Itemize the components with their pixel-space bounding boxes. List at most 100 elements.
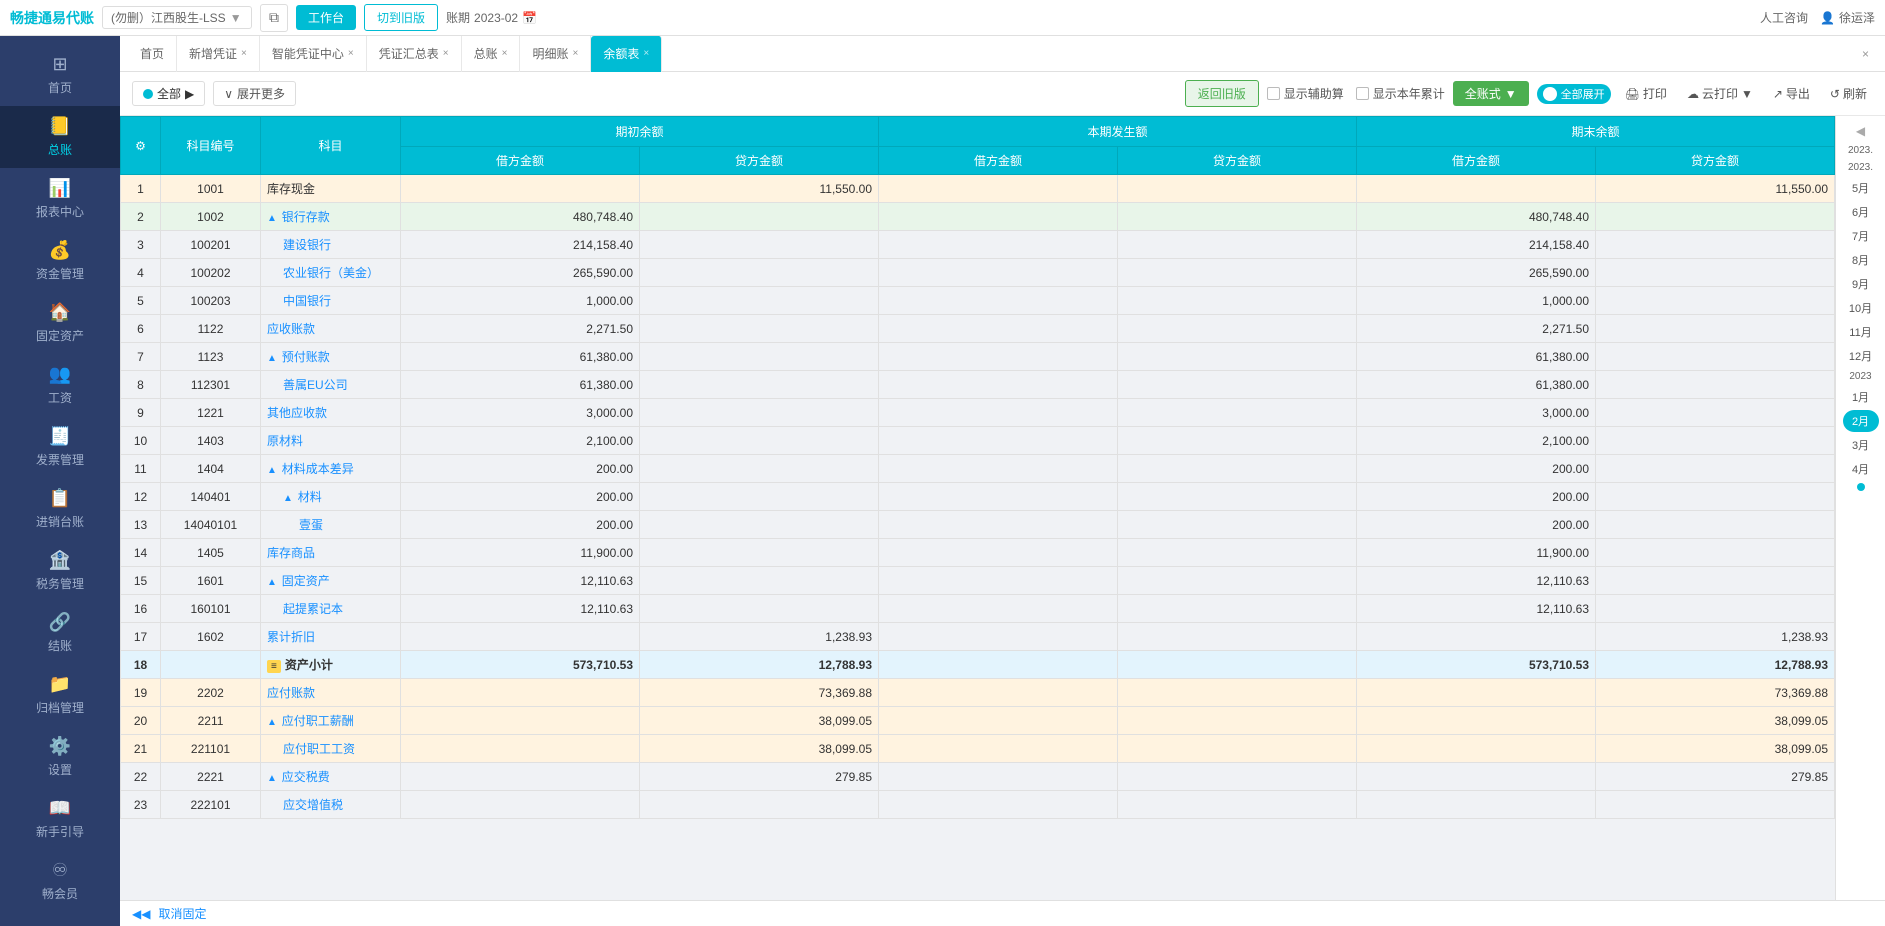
month-apr[interactable]: 4月 <box>1843 458 1879 480</box>
account-link[interactable]: 银行存款 <box>282 210 330 224</box>
tab-close-main[interactable]: × <box>1854 47 1877 61</box>
month-jan[interactable]: 1月 <box>1843 386 1879 408</box>
row-name[interactable]: 应交增值税 <box>261 791 401 819</box>
sidebar-item-close[interactable]: 🔗 结账 <box>0 602 120 664</box>
row-name[interactable]: 中国银行 <box>261 287 401 315</box>
tab-smart-voucher[interactable]: 智能凭证中心 × <box>260 36 367 72</box>
tab-voucher-summary-close[interactable]: × <box>443 48 449 59</box>
account-link[interactable]: 应收账款 <box>267 322 315 336</box>
sidebar-item-settings[interactable]: ⚙️ 设置 <box>0 726 120 788</box>
row-name[interactable]: 起提累记本 <box>261 595 401 623</box>
sidebar-item-home[interactable]: ⊞ 首页 <box>0 44 120 106</box>
row-name[interactable]: ▲ 固定资产 <box>261 567 401 595</box>
row-name[interactable]: ▲ 应交税费 <box>261 763 401 791</box>
company-copy-icon[interactable]: ⧉ <box>260 4 288 32</box>
row-name[interactable]: 壹蛋 <box>261 511 401 539</box>
account-link[interactable]: 原材料 <box>267 434 303 448</box>
bottom-label[interactable]: 取消固定 <box>158 905 206 922</box>
account-link[interactable]: 其他应收款 <box>267 406 327 420</box>
filter-button[interactable]: 全部 ▶ <box>132 81 205 106</box>
row-name[interactable]: ▲ 应付职工薪酬 <box>261 707 401 735</box>
row-name[interactable]: 应付账款 <box>261 679 401 707</box>
tab-general-ledger-close[interactable]: × <box>502 48 508 59</box>
tab-detail-ledger-close[interactable]: × <box>572 48 578 59</box>
tab-home[interactable]: 首页 <box>128 36 177 72</box>
expand-icon[interactable]: ▲ <box>267 213 280 224</box>
row-name[interactable]: 其他应收款 <box>261 399 401 427</box>
sidebar-item-invoice[interactable]: 🧾 发票管理 <box>0 416 120 478</box>
row-name[interactable]: ▲ 材料 <box>261 483 401 511</box>
account-link[interactable]: 农业银行（美金） <box>283 266 379 280</box>
month-oct[interactable]: 10月 <box>1843 297 1879 319</box>
month-nov[interactable]: 11月 <box>1843 321 1879 343</box>
month-aug[interactable]: 8月 <box>1843 249 1879 271</box>
sidebar-item-member[interactable]: ♾ 畅会员 <box>0 850 120 912</box>
month-jul[interactable]: 7月 <box>1843 225 1879 247</box>
tab-smart-voucher-close[interactable]: × <box>348 48 354 59</box>
account-link[interactable]: 预付账款 <box>282 350 330 364</box>
row-name[interactable]: ▲ 银行存款 <box>261 203 401 231</box>
account-link[interactable]: 善属EU公司 <box>283 378 348 392</box>
account-link[interactable]: 累计折旧 <box>267 630 315 644</box>
expand-icon[interactable]: ▲ <box>283 493 296 504</box>
account-link[interactable]: 应付账款 <box>267 686 315 700</box>
return-old-button[interactable]: 返回旧版 <box>1185 80 1259 107</box>
account-link[interactable]: 材料成本差异 <box>282 462 354 476</box>
account-link[interactable]: 起提累记本 <box>283 602 343 616</box>
account-link[interactable]: 材料 <box>298 490 322 504</box>
show-ytd-checkbox-box[interactable] <box>1356 87 1369 100</box>
cloud-print-button[interactable]: ☁ 云打印 ▼ <box>1681 82 1759 105</box>
row-name[interactable]: 应收账款 <box>261 315 401 343</box>
company-selector[interactable]: (勿删）江西股生-LSS ▼ <box>102 6 252 29</box>
expand-icon[interactable]: ▲ <box>267 717 280 728</box>
month-mar[interactable]: 3月 <box>1843 434 1879 456</box>
settings-col-header[interactable]: ⚙ <box>121 117 161 175</box>
account-link[interactable]: 应交增值税 <box>283 798 343 812</box>
account-link[interactable]: 壹蛋 <box>299 518 323 532</box>
print-button[interactable]: 🖨 打印 <box>1619 82 1673 105</box>
sidebar-item-purchase[interactable]: 📋 进销台账 <box>0 478 120 540</box>
show-aux-checkbox[interactable]: 显示辅助算 <box>1267 85 1344 102</box>
full-format-button[interactable]: 全账式 ▼ <box>1453 81 1529 106</box>
bottom-bar[interactable]: ◀◀ 取消固定 <box>120 900 1885 926</box>
expand-all-toggle[interactable]: 全部展开 <box>1537 84 1611 104</box>
row-name[interactable]: 原材料 <box>261 427 401 455</box>
tab-detail-ledger[interactable]: 明细账 × <box>520 36 591 72</box>
row-name[interactable]: 善属EU公司 <box>261 371 401 399</box>
row-name[interactable]: 累计折旧 <box>261 623 401 651</box>
expand-icon[interactable]: ▲ <box>267 465 280 476</box>
account-link[interactable]: 固定资产 <box>282 574 330 588</box>
account-link[interactable]: 应付职工薪酬 <box>282 714 354 728</box>
show-aux-checkbox-box[interactable] <box>1267 87 1280 100</box>
account-link[interactable]: 中国银行 <box>283 294 331 308</box>
account-link[interactable]: 库存商品 <box>267 546 315 560</box>
sidebar-item-archive[interactable]: 📁 归档管理 <box>0 664 120 726</box>
tab-balance[interactable]: 余额表 × <box>591 36 662 72</box>
row-name[interactable]: ▲ 预付账款 <box>261 343 401 371</box>
sidebar-item-assets[interactable]: 🏠 固定资产 <box>0 292 120 354</box>
row-name[interactable]: 建设银行 <box>261 231 401 259</box>
sidebar-item-payroll[interactable]: 👥 工资 <box>0 354 120 416</box>
month-feb[interactable]: 2月 <box>1843 410 1879 432</box>
account-link[interactable]: 应付职工工资 <box>283 742 355 756</box>
show-ytd-checkbox[interactable]: 显示本年累计 <box>1356 85 1445 102</box>
tab-new-voucher[interactable]: 新增凭证 × <box>177 36 260 72</box>
month-dec[interactable]: 12月 <box>1843 345 1879 367</box>
tab-new-voucher-close[interactable]: × <box>241 48 247 59</box>
sidebar-item-tax[interactable]: 🏦 税务管理 <box>0 540 120 602</box>
sidebar-item-ledger[interactable]: 📒 总账 <box>0 106 120 168</box>
account-link[interactable]: 应交税费 <box>282 770 330 784</box>
consult-label[interactable]: 人工咨询 <box>1760 9 1808 26</box>
row-name[interactable]: ▲ 材料成本差异 <box>261 455 401 483</box>
expand-icon[interactable]: ▲ <box>267 353 280 364</box>
month-may[interactable]: 5月 <box>1843 177 1879 199</box>
sidebar-item-report[interactable]: 📊 报表中心 <box>0 168 120 230</box>
month-jun[interactable]: 6月 <box>1843 201 1879 223</box>
workbench-button[interactable]: 工作台 <box>296 5 356 30</box>
expand-icon[interactable]: ▲ <box>267 577 280 588</box>
expand-button[interactable]: ∨ 展开更多 <box>213 81 296 106</box>
tab-general-ledger[interactable]: 总账 × <box>462 36 521 72</box>
switch-old-button[interactable]: 切到旧版 <box>364 4 438 31</box>
tab-balance-close[interactable]: × <box>643 48 649 59</box>
row-name[interactable]: 库存商品 <box>261 539 401 567</box>
